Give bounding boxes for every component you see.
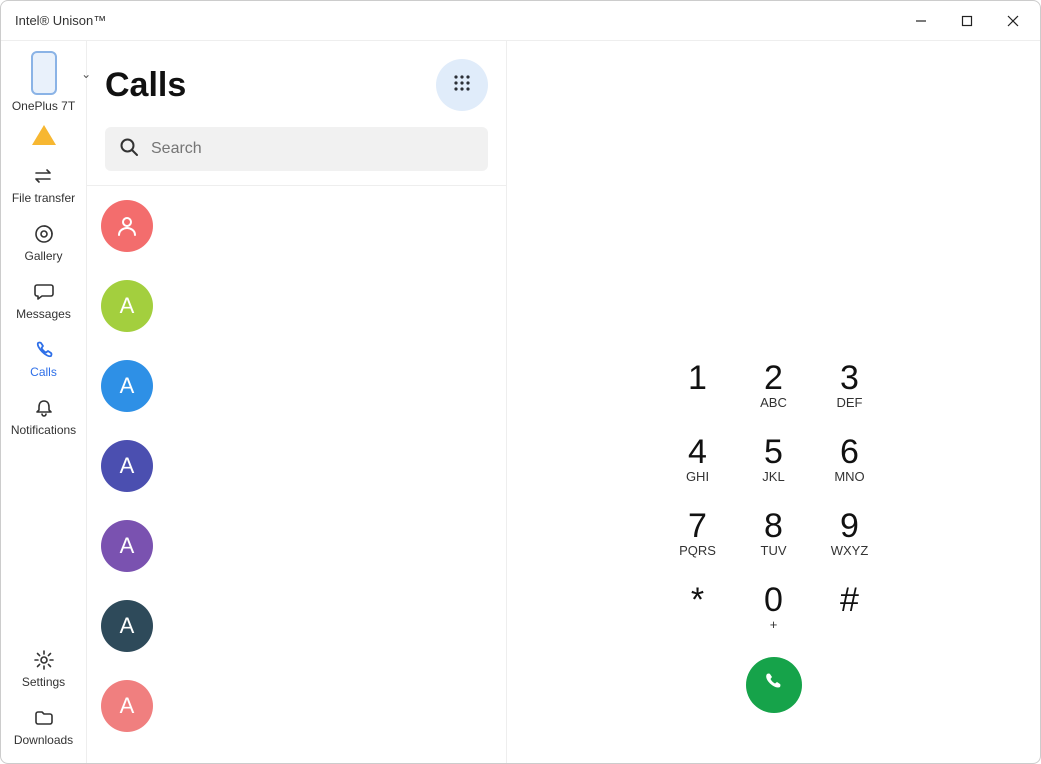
minimize-button[interactable] [898, 5, 944, 37]
contact-avatar[interactable]: A [101, 360, 153, 412]
phone-handset-icon [762, 671, 786, 700]
dialpad-key-2[interactable]: 2ABC [736, 359, 812, 429]
dialpad-key-3[interactable]: 3DEF [812, 359, 888, 429]
page-title: Calls [105, 66, 186, 105]
close-button[interactable] [990, 5, 1036, 37]
dialpad-key-7[interactable]: 7PQRS [660, 507, 736, 577]
contacts-list[interactable]: AAAAAA [87, 186, 506, 763]
dialpad-key-8[interactable]: 8TUV [736, 507, 812, 577]
contact-avatar[interactable]: A [101, 280, 153, 332]
sidebar-item-label: Gallery [24, 249, 62, 263]
sidebar-item-downloads[interactable]: Downloads [1, 699, 86, 755]
sidebar-item-label: Calls [30, 365, 57, 379]
dialpad: 12ABC3DEF 4GHI5JKL6MNO 7PQRS8TUV9WXYZ *0+# [660, 359, 888, 651]
dialpad-key-1[interactable]: 1 [660, 359, 736, 429]
warning-icon[interactable] [32, 125, 56, 145]
maximize-button[interactable] [944, 5, 990, 37]
titlebar: Intel® Unison™ [1, 1, 1040, 41]
device-selector[interactable]: ⌄ OnePlus 7T [12, 51, 75, 113]
dialpad-key-9[interactable]: 9WXYZ [812, 507, 888, 577]
sidebar-item-calls[interactable]: Calls [1, 331, 86, 387]
search-box[interactable] [105, 127, 488, 171]
sidebar-item-label: Settings [22, 675, 65, 689]
phone-call-icon [34, 339, 54, 361]
search-icon [119, 137, 139, 162]
sidebar-item-label: Messages [16, 307, 71, 321]
sidebar-item-messages[interactable]: Messages [1, 273, 86, 329]
gallery-icon [34, 223, 54, 245]
dialpad-key-5[interactable]: 5JKL [736, 433, 812, 503]
sidebar-item-file-transfer[interactable]: File transfer [1, 157, 86, 213]
contact-avatar[interactable] [101, 200, 153, 252]
call-button[interactable] [746, 657, 802, 713]
window-title: Intel® Unison™ [15, 13, 898, 28]
sidebar-item-notifications[interactable]: Notifications [1, 389, 86, 445]
contact-avatar[interactable]: A [101, 600, 153, 652]
dialpad-key-#[interactable]: # [812, 581, 888, 651]
dialer-panel: 12ABC3DEF 4GHI5JKL6MNO 7PQRS8TUV9WXYZ *0+# [507, 41, 1040, 763]
gear-icon [34, 649, 54, 671]
sidebar-item-gallery[interactable]: Gallery [1, 215, 86, 271]
dialpad-key-6[interactable]: 6MNO [812, 433, 888, 503]
dialpad-toggle-button[interactable] [436, 59, 488, 111]
dialpad-icon [452, 73, 472, 98]
messages-icon [34, 281, 54, 303]
phone-icon [31, 51, 57, 95]
dialpad-key-*[interactable]: * [660, 581, 736, 651]
calls-panel: Calls AAAAAA [87, 41, 507, 763]
dialpad-key-0[interactable]: 0+ [736, 581, 812, 651]
contact-avatar[interactable]: A [101, 520, 153, 572]
sidebar-item-settings[interactable]: Settings [1, 641, 86, 697]
sidebar: ⌄ OnePlus 7T File transfer Gallery Messa… [1, 41, 87, 763]
sidebar-item-label: Notifications [11, 423, 76, 437]
sidebar-item-label: Downloads [14, 733, 73, 747]
contact-avatar[interactable]: A [101, 440, 153, 492]
bell-icon [34, 397, 54, 419]
sidebar-item-label: File transfer [12, 191, 75, 205]
dialpad-key-4[interactable]: 4GHI [660, 433, 736, 503]
search-input[interactable] [151, 140, 474, 158]
device-label: OnePlus 7T [12, 99, 75, 113]
transfer-icon [33, 165, 55, 187]
contact-avatar[interactable]: A [101, 680, 153, 732]
folder-icon [34, 707, 54, 729]
chevron-down-icon: ⌄ [81, 67, 91, 81]
